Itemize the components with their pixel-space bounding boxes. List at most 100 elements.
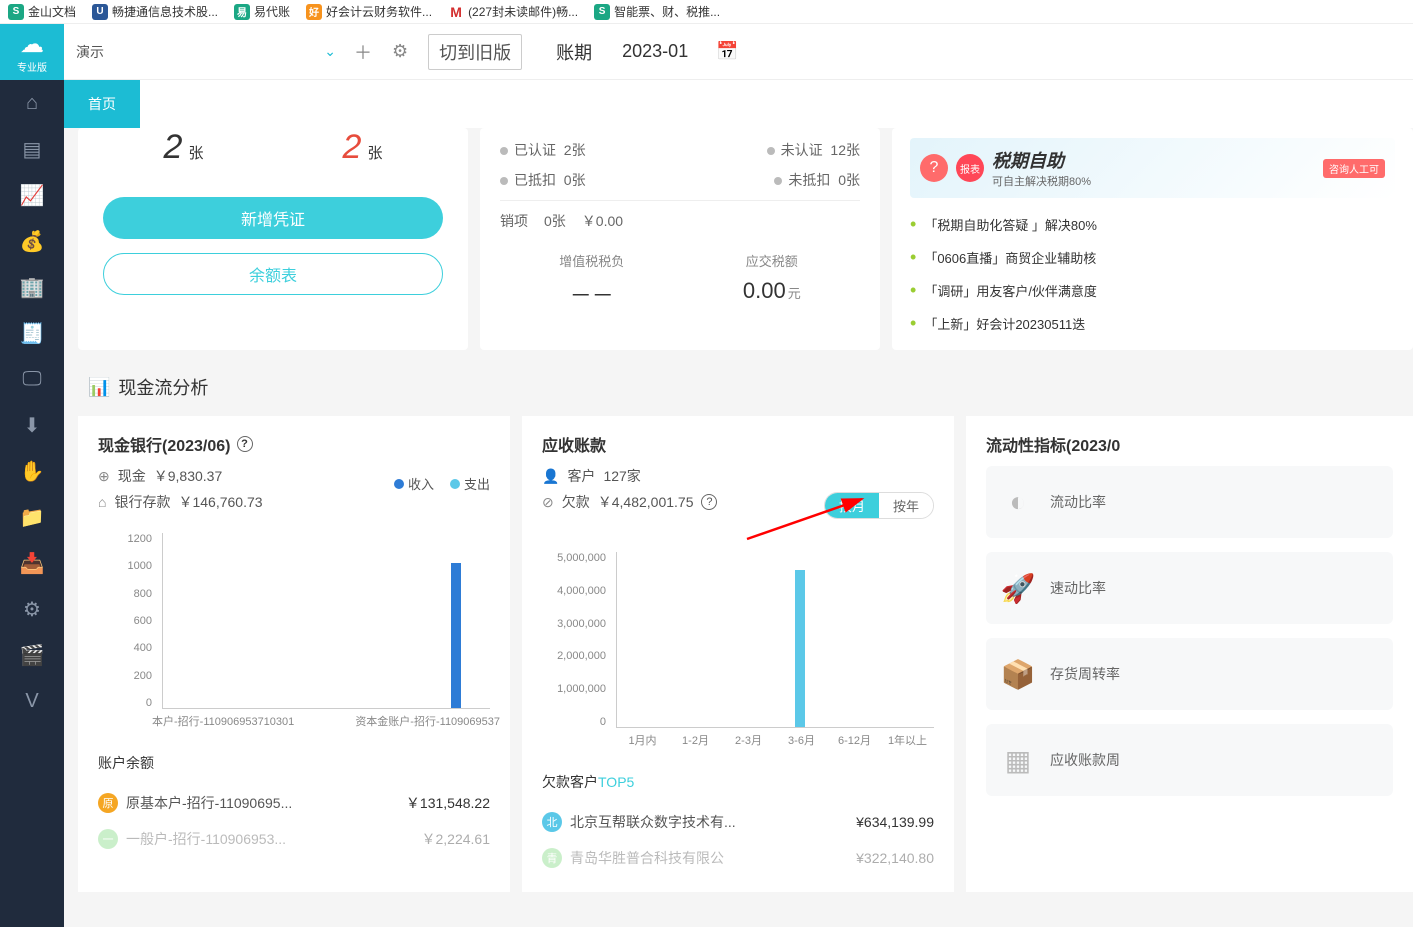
bookmark-item[interactable]: S智能票、财、税推... bbox=[594, 3, 720, 20]
legend-expense: 支出 bbox=[450, 474, 490, 493]
news-item[interactable]: 「调研」用友客户/伙伴满意度 bbox=[910, 274, 1395, 307]
dot-icon bbox=[767, 147, 775, 155]
receivable-title: 应收账款 bbox=[542, 432, 934, 456]
section-title: 📊 现金流分析 bbox=[88, 374, 1413, 400]
banner-subtitle: 可自主解决税期80% bbox=[992, 173, 1091, 189]
tab-home[interactable]: 首页 bbox=[64, 80, 140, 128]
xtick: 资本金账户-招行-1109069537 bbox=[355, 713, 500, 729]
bookmark-item[interactable]: 易易代账 bbox=[234, 3, 290, 20]
rank-badge: 一 bbox=[98, 829, 118, 849]
bookmarks-bar: S金山文档 U畅捷通信息技术股... 易易代账 好好会计云财务软件... M(2… bbox=[0, 0, 1413, 24]
bookmark-icon: S bbox=[594, 4, 610, 20]
bookmark-icon: U bbox=[92, 4, 108, 20]
bookmark-label: 好会计云财务软件... bbox=[326, 3, 432, 20]
help-icon[interactable]: ? bbox=[701, 494, 717, 510]
bookmark-item[interactable]: U畅捷通信息技术股... bbox=[92, 3, 218, 20]
balance-sheet-button[interactable]: 余额表 bbox=[103, 253, 443, 295]
logo-text: 专业版 bbox=[17, 59, 47, 74]
dot-icon bbox=[500, 177, 508, 185]
sidebar-settings-icon[interactable]: ⚙ bbox=[0, 586, 64, 632]
sidebar-bill-icon[interactable]: 🧾 bbox=[0, 310, 64, 356]
toggle-month-button[interactable]: 按月 bbox=[825, 493, 879, 518]
account-row[interactable]: 一一般户-招行-110906953...￥2,224.61 bbox=[98, 821, 490, 857]
sidebar-money-icon[interactable]: 💰 bbox=[0, 218, 64, 264]
consult-button[interactable]: 咨询人工可 bbox=[1323, 159, 1385, 178]
sidebar-video-icon[interactable]: 🎬 bbox=[0, 632, 64, 678]
news-card: ? 报表 税期自助 可自主解决税期80% 咨询人工可 「税期自助化答疑 」解决8… bbox=[892, 128, 1413, 350]
debt-label: 欠款 bbox=[562, 492, 590, 512]
customer-value: 127家 bbox=[603, 466, 640, 486]
sales-amount: ￥0.00 bbox=[582, 211, 623, 231]
xtick: 1-2月 bbox=[669, 732, 722, 752]
bookmark-icon: S bbox=[8, 4, 24, 20]
sidebar-folder-icon[interactable]: 📁 bbox=[0, 494, 64, 540]
voucher-card: 2张 2张 新增凭证 余额表 bbox=[78, 128, 468, 350]
ytick: 5,000,000 bbox=[542, 552, 612, 564]
question-icon: ? bbox=[920, 154, 948, 182]
news-item[interactable]: 「上新」好会计20230511迭 bbox=[910, 307, 1395, 340]
uncertified-value: 12张 bbox=[830, 142, 860, 158]
ytick: 0 bbox=[542, 716, 612, 728]
dot-icon bbox=[500, 147, 508, 155]
news-item[interactable]: 「税期自助化答疑 」解决80% bbox=[910, 208, 1395, 241]
voucher-count-2: 2张 bbox=[343, 128, 383, 167]
tax-unit: 元 bbox=[788, 286, 801, 301]
sidebar-report-icon[interactable]: 📈 bbox=[0, 172, 64, 218]
company-name: 演示 bbox=[76, 42, 104, 62]
customer-label: 客户 bbox=[567, 466, 595, 486]
bank-value: ￥146,760.73 bbox=[178, 492, 262, 512]
content: 2张 2张 新增凭证 余额表 已认证 2张 未认证 12张 已抵扣 0张 bbox=[64, 128, 1413, 927]
dot-icon bbox=[774, 177, 782, 185]
ytick: 600 bbox=[98, 615, 158, 627]
sidebar-v-icon[interactable]: V bbox=[0, 678, 64, 724]
liquidity-item[interactable]: ◐流动比率 bbox=[986, 466, 1393, 538]
bookmark-item[interactable]: M(227封未读邮件)畅... bbox=[448, 3, 578, 20]
rank-badge: 原 bbox=[98, 793, 118, 813]
bookmark-label: (227封未读邮件)畅... bbox=[468, 3, 578, 20]
header-actions: ＋ ⚙ 切到旧版 账期 2023-01 📅 bbox=[354, 34, 739, 70]
sidebar-hand-icon[interactable]: ✋ bbox=[0, 448, 64, 494]
bookmark-item[interactable]: S金山文档 bbox=[8, 3, 76, 20]
toggle-year-button[interactable]: 按年 bbox=[879, 493, 933, 518]
tax-value: 0.00 bbox=[743, 278, 786, 303]
bookmark-label: 智能票、财、税推... bbox=[614, 3, 720, 20]
debt-value: ￥4,482,001.75 bbox=[598, 492, 694, 512]
bookmark-item[interactable]: 好好会计云财务软件... bbox=[306, 3, 432, 20]
bookmark-label: 金山文档 bbox=[28, 3, 76, 20]
logo[interactable]: ☁ 专业版 bbox=[0, 24, 64, 80]
top5-title: 欠款客户TOP5 bbox=[542, 772, 934, 792]
add-voucher-button[interactable]: 新增凭证 bbox=[103, 197, 443, 239]
xtick: 2-3月 bbox=[722, 732, 775, 752]
add-icon[interactable]: ＋ bbox=[354, 39, 372, 65]
gear-icon[interactable]: ⚙ bbox=[392, 41, 408, 62]
liquidity-item[interactable]: 🚀速动比率 bbox=[986, 552, 1393, 624]
liquidity-item[interactable]: 📦存货周转率 bbox=[986, 638, 1393, 710]
sidebar-building-icon[interactable]: 🏢 bbox=[0, 264, 64, 310]
xtick: 3-6月 bbox=[775, 732, 828, 752]
company-select[interactable]: 演示 ⌄ bbox=[76, 35, 336, 69]
account-row[interactable]: 原原基本户-招行-11090695...￥131,548.22 bbox=[98, 785, 490, 821]
help-icon[interactable]: ? bbox=[237, 436, 253, 452]
bookmark-icon: 易 bbox=[234, 4, 250, 20]
top5-row[interactable]: 北北京互帮联众数字技术有...¥634,139.99 bbox=[542, 804, 934, 840]
liquidity-item[interactable]: ▦应收账款周 bbox=[986, 724, 1393, 796]
calendar-icon[interactable]: 📅 bbox=[716, 41, 738, 62]
rocket-icon: 🚀 bbox=[1000, 570, 1036, 606]
news-item[interactable]: 「0606直播」商贸企业辅助核 bbox=[910, 241, 1395, 274]
sidebar-voucher-icon[interactable]: ▤ bbox=[0, 126, 64, 172]
vat-label: 增值税税负 bbox=[559, 251, 624, 270]
sidebar-download-icon[interactable]: ⬇ bbox=[0, 402, 64, 448]
ratio-icon: ◐ bbox=[1000, 484, 1036, 520]
chart-bar bbox=[795, 570, 805, 728]
switch-old-button[interactable]: 切到旧版 bbox=[428, 34, 522, 70]
sidebar-home-icon[interactable]: ⌂ bbox=[0, 80, 64, 126]
xtick: 1月内 bbox=[616, 732, 669, 752]
bar-chart-icon: 📊 bbox=[88, 377, 110, 398]
news-banner[interactable]: ? 报表 税期自助 可自主解决税期80% 咨询人工可 bbox=[910, 138, 1395, 198]
report-icon: 报表 bbox=[956, 154, 984, 182]
bookmark-icon: M bbox=[448, 4, 464, 20]
top5-row[interactable]: 青青岛华胜普合科技有限公¥322,140.80 bbox=[542, 840, 934, 876]
sales-count: 0张 bbox=[544, 211, 566, 231]
sidebar-inbox-icon[interactable]: 📥 bbox=[0, 540, 64, 586]
sidebar-terminal-icon[interactable]: 🖵 bbox=[0, 356, 64, 402]
